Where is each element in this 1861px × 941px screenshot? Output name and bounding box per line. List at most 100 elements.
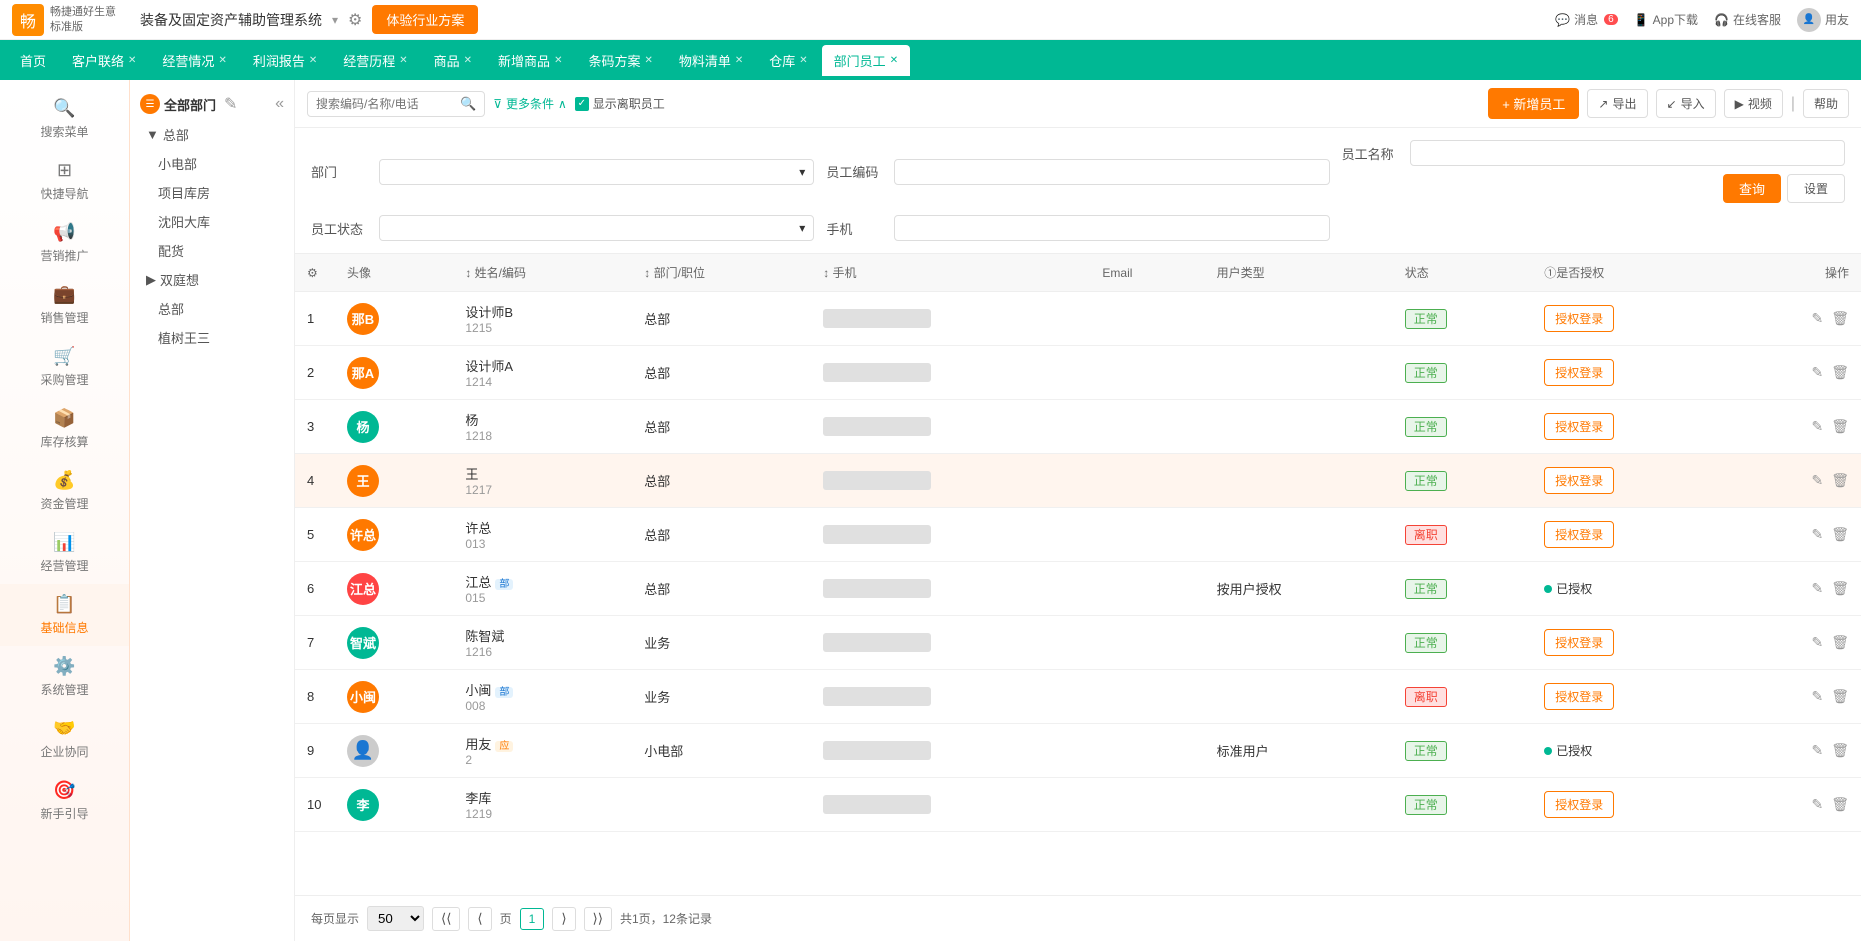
search-box[interactable]: 🔍 [307,91,485,117]
sidebar-item-marketing[interactable]: 📢 营销推广 [0,212,129,274]
sidebar-item-guide[interactable]: 🎯 新手引导 [0,770,129,832]
edit-btn[interactable]: ✎ [1811,796,1823,813]
search-input[interactable] [316,97,456,111]
close-icon[interactable]: ✕ [309,55,317,66]
app-download-btn[interactable]: 📱 App下载 [1634,11,1698,28]
close-icon[interactable]: ✕ [799,55,807,66]
edit-btn[interactable]: ✎ [1811,742,1823,759]
col-phone[interactable]: ↕ 手机 [811,254,1090,292]
sidebar-item-sales[interactable]: 💼 销售管理 [0,274,129,336]
settings-icon[interactable]: ⚙ [348,10,362,30]
tab-barcode[interactable]: 条码方案 ✕ [576,45,664,76]
show-resigned-toggle[interactable]: ✓ 显示离职员工 [575,95,665,112]
close-icon[interactable]: ✕ [218,55,226,66]
tab-bom[interactable]: 物料清单 ✕ [667,45,755,76]
status-filter-select[interactable]: ▾ [379,215,814,241]
close-icon[interactable]: ✕ [735,55,743,66]
delete-btn[interactable]: 🗑 [1831,364,1849,381]
sidebar-item-basic-info[interactable]: 📋 基础信息 [0,584,129,646]
dept-node-xiangmukufang[interactable]: 项目库房 [138,178,286,207]
dept-node-peihuo[interactable]: 配货 [138,236,286,265]
sidebar-item-collab[interactable]: 🤝 企业协同 [0,708,129,770]
close-icon[interactable]: ✕ [554,55,562,66]
tab-profit[interactable]: 利润报告 ✕ [241,45,329,76]
sidebar-item-purchase[interactable]: 🛒 采购管理 [0,336,129,398]
prev-page-btn[interactable]: ⟨ [468,907,491,931]
filter-more-btn[interactable]: ⊽ 更多条件 ∧ [493,95,567,112]
delete-btn[interactable]: 🗑 [1831,688,1849,705]
view-btn[interactable]: ▶ 视频 [1724,89,1783,118]
search-btn[interactable]: 查询 [1723,174,1781,203]
trial-button[interactable]: 体验行业方案 [372,5,478,34]
import-btn[interactable]: ↙ 导入 [1656,89,1716,118]
edit-btn[interactable]: ✎ [1811,580,1823,597]
delete-btn[interactable]: 🗑 [1831,580,1849,597]
close-icon[interactable]: ✕ [464,55,472,66]
edit-btn[interactable]: ✎ [1811,310,1823,327]
edit-btn[interactable]: ✎ [1811,634,1823,651]
search-icon[interactable]: 🔍 [460,96,476,112]
edit-btn[interactable]: ✎ [1811,418,1823,435]
user-menu[interactable]: 👤 用友 [1797,8,1849,32]
edit-btn[interactable]: ✎ [1811,364,1823,381]
tab-goods[interactable]: 商品 ✕ [422,45,484,76]
tab-new-goods[interactable]: 新增商品 ✕ [486,45,574,76]
last-page-btn[interactable]: ⟩⟩ [584,907,612,931]
auth-btn[interactable]: 授权登录 [1544,413,1614,440]
add-employee-btn[interactable]: + 新增员工 [1488,88,1579,119]
next-page-btn[interactable]: ⟩ [552,907,575,931]
auth-btn[interactable]: 授权登录 [1544,305,1614,332]
sidebar-item-inventory[interactable]: 📦 库存核算 [0,398,129,460]
edit-btn[interactable]: ✎ [1811,688,1823,705]
auth-btn[interactable]: 授权登录 [1544,791,1614,818]
tab-history[interactable]: 经营历程 ✕ [331,45,419,76]
first-page-btn[interactable]: ⟨⟨ [432,907,460,931]
delete-btn[interactable]: 🗑 [1831,310,1849,327]
delete-btn[interactable]: 🗑 [1831,472,1849,489]
tab-warehouse[interactable]: 仓库 ✕ [757,45,819,76]
help-btn[interactable]: 帮助 [1803,89,1849,118]
auth-btn[interactable]: 授权登录 [1544,683,1614,710]
reset-btn[interactable]: 设置 [1787,174,1845,203]
close-icon[interactable]: ✕ [128,55,136,66]
dept-node-shuangting[interactable]: ▶ 双庭想 [138,265,286,294]
edit-btn[interactable]: ✎ [1811,472,1823,489]
name-filter-input[interactable] [1410,140,1845,166]
dept-node-xiaodianbu[interactable]: 小电部 [138,149,286,178]
close-icon[interactable]: ✕ [399,55,407,66]
tab-customer[interactable]: 客户联络 ✕ [60,45,148,76]
auth-btn[interactable]: 授权登录 [1544,629,1614,656]
delete-btn[interactable]: 🗑 [1831,796,1849,813]
close-icon[interactable]: ✕ [644,55,652,66]
tab-business[interactable]: 经营情况 ✕ [150,45,238,76]
online-service-btn[interactable]: 🎧 在线客服 [1714,11,1781,28]
sidebar-item-management[interactable]: 📊 经营管理 [0,522,129,584]
message-btn[interactable]: 💬 消息 6 [1555,11,1618,28]
delete-btn[interactable]: 🗑 [1831,526,1849,543]
phone-filter-input[interactable] [894,215,1329,241]
tab-home[interactable]: 首页 [8,45,58,76]
delete-btn[interactable]: 🗑 [1831,742,1849,759]
auth-btn[interactable]: 授权登录 [1544,521,1614,548]
auth-btn[interactable]: 授权登录 [1544,359,1614,386]
dept-node-zonbu2[interactable]: 总部 [138,294,286,323]
delete-btn[interactable]: 🗑 [1831,418,1849,435]
dept-node-shenyang[interactable]: 沈阳大库 [138,207,286,236]
dept-collapse-btn[interactable]: « [275,95,284,113]
dept-node-zhishu[interactable]: 植树王三 [138,323,286,352]
sidebar-item-system[interactable]: ⚙️ 系统管理 [0,646,129,708]
delete-btn[interactable]: 🗑 [1831,634,1849,651]
tab-dept-staff[interactable]: 部门员工 ✕ [822,45,910,76]
sidebar-item-quicknav[interactable]: ⊞ 快捷导航 [0,150,129,212]
code-filter-input[interactable] [894,159,1329,185]
dept-node-zonbu-expand[interactable]: ▼ 总部 [138,120,286,149]
sidebar-item-finance[interactable]: 💰 资金管理 [0,460,129,522]
dept-filter-select[interactable]: ▾ [379,159,814,185]
edit-btn[interactable]: ✎ [1811,526,1823,543]
sys-dropdown-arrow[interactable]: ▾ [332,13,338,27]
col-settings[interactable]: ⚙ [295,254,335,292]
export-btn[interactable]: ↗ 导出 [1587,89,1647,118]
col-name[interactable]: ↕ 姓名/编码 [453,254,632,292]
close-icon[interactable]: ✕ [890,55,898,66]
dept-edit-icon[interactable]: ✎ [224,94,237,114]
